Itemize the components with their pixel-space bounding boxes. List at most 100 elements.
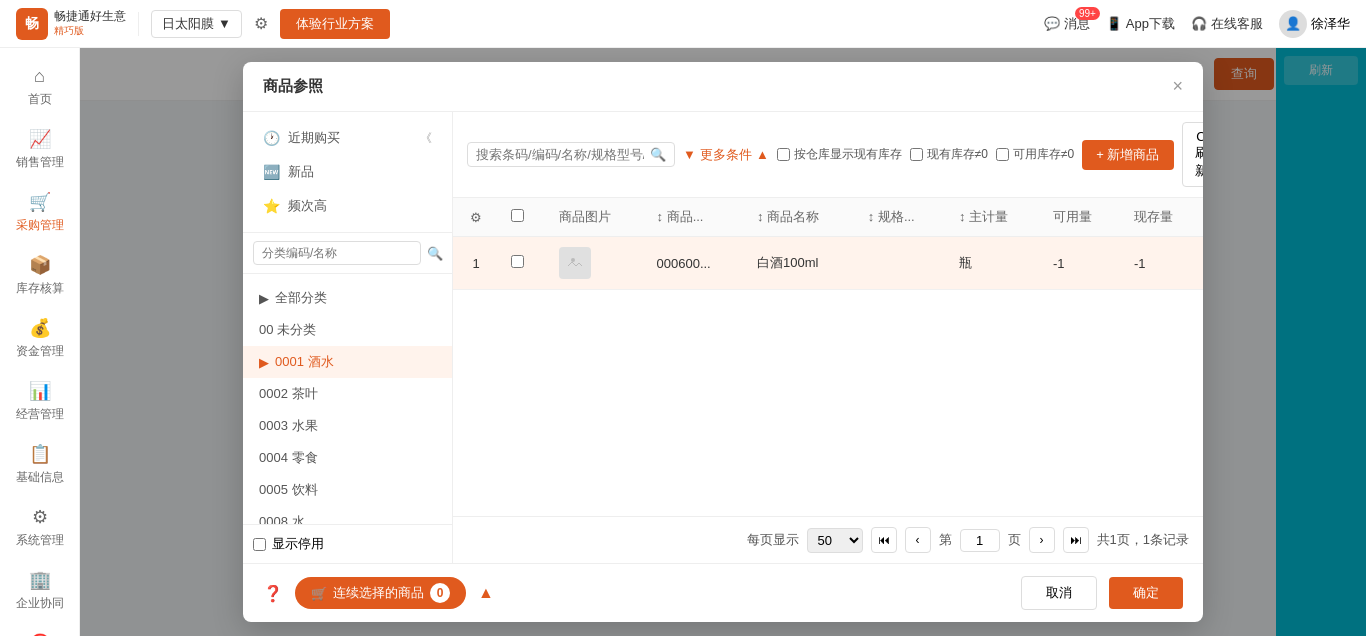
row-checkbox[interactable]: [511, 255, 524, 268]
logo: 畅 畅捷通好生意 精巧版: [16, 8, 126, 40]
sidebar-label-finance: 资金管理: [16, 343, 64, 360]
category-00[interactable]: 00 未分类: [243, 314, 452, 346]
sidebar-label-inventory: 库存核算: [16, 280, 64, 297]
search-submit-icon[interactable]: 🔍: [650, 147, 666, 162]
help-icon[interactable]: ❓: [263, 584, 283, 603]
logo-sub: 精巧版: [54, 24, 126, 38]
warehouse-stock-label: 按仓库显示现有库存: [794, 146, 902, 163]
sidebar-item-purchase[interactable]: 🛒 采购管理: [0, 181, 79, 244]
col-image: 商品图片: [547, 198, 645, 237]
recent-purchase-btn[interactable]: 🕐 近期购买 《: [253, 122, 442, 154]
product-search-input[interactable]: [476, 147, 644, 162]
dialog-left-panel: 🕐 近期购买 《 🆕 新品 ⭐ 频次高: [243, 112, 453, 563]
nav-message[interactable]: 💬 消息 99+: [1044, 15, 1090, 33]
warehouse-stock-filter[interactable]: 按仓库显示现有库存: [777, 146, 902, 163]
page-size-select[interactable]: 50 100: [807, 528, 863, 553]
row-code: 000600...: [645, 237, 746, 290]
table-row[interactable]: 1: [453, 237, 1203, 290]
new-product-btn[interactable]: 🆕 新品: [253, 156, 442, 188]
main-layout: ⌂ 首页 📈 销售管理 🛒 采购管理 📦 库存核算 💰 资金管理 📊 经营管理 …: [0, 48, 1366, 636]
first-page-btn[interactable]: ⏮: [871, 527, 897, 553]
category-0001[interactable]: ▶ 0001 酒水: [243, 346, 452, 378]
user-menu[interactable]: 👤 徐泽华: [1279, 10, 1350, 38]
sidebar-label-home: 首页: [28, 91, 52, 108]
product-reference-dialog: 商品参照 × 🕐 近期购买 《 🆕: [243, 62, 1203, 622]
high-frequency-btn[interactable]: ⭐ 频次高: [253, 190, 442, 222]
more-filters-btn[interactable]: ▼ 更多条件 ▲: [683, 146, 769, 164]
message-badge: 99+: [1075, 7, 1100, 20]
sidebar-item-inventory[interactable]: 📦 库存核算: [0, 244, 79, 307]
dialog-body: 🕐 近期购买 《 🆕 新品 ⭐ 频次高: [243, 112, 1203, 563]
col-settings[interactable]: ⚙: [453, 198, 499, 237]
warehouse-stock-checkbox[interactable]: [777, 148, 790, 161]
current-stock-label: 现有库存≠0: [927, 146, 988, 163]
sidebar-item-enterprise[interactable]: 🏢 企业协同: [0, 559, 79, 622]
row-name: 白酒100ml: [745, 237, 856, 290]
category-0008[interactable]: 0008 水: [243, 506, 452, 524]
category-0004[interactable]: 0004 零食: [243, 442, 452, 474]
dialog-header: 商品参照 ×: [243, 62, 1203, 112]
sidebar-item-basic-info[interactable]: 📋 基础信息: [0, 433, 79, 496]
sidebar-item-operations[interactable]: 📊 经营管理: [0, 370, 79, 433]
sidebar-item-sales[interactable]: 📈 销售管理: [0, 118, 79, 181]
sidebar-item-home[interactable]: ⌂ 首页: [0, 56, 79, 118]
category-all[interactable]: ▶ 全部分类: [243, 282, 452, 314]
col-unit[interactable]: ↕ 主计量: [947, 198, 1041, 237]
next-page-btn[interactable]: ›: [1029, 527, 1055, 553]
table-body: 1: [453, 237, 1203, 290]
col-code[interactable]: ↕ 商品...: [645, 198, 746, 237]
sidebar-label-basic: 基础信息: [16, 469, 64, 486]
gear-icon[interactable]: ⚙: [254, 14, 268, 33]
close-icon[interactable]: ×: [1172, 76, 1183, 97]
dialog-right-panel: 🔍 ▼ 更多条件 ▲ 按仓库显示现有库存: [453, 112, 1203, 563]
show-disabled-checkbox[interactable]: [253, 538, 266, 551]
cart-count: 0: [430, 583, 450, 603]
current-stock-checkbox[interactable]: [910, 148, 923, 161]
cat-label-0002: 0002 茶叶: [259, 385, 318, 403]
select-all-checkbox[interactable]: [511, 209, 524, 222]
collapse-footer-icon[interactable]: ▲: [478, 584, 494, 602]
sidebar-item-finance[interactable]: 💰 资金管理: [0, 307, 79, 370]
category-0002[interactable]: 0002 茶叶: [243, 378, 452, 410]
cart-button[interactable]: 🛒 连续选择的商品 0: [295, 577, 466, 609]
product-thumbnail: [559, 247, 591, 279]
product-table: ⚙ 商品图片 ↕ 商品... ↕ 商品名称: [453, 198, 1203, 290]
col-spec[interactable]: ↕ 规格...: [856, 198, 947, 237]
modal-overlay: 商品参照 × 🕐 近期购买 《 🆕: [80, 48, 1366, 636]
top-nav: 畅 畅捷通好生意 精巧版 日太阳膜 ▼ ⚙ 体验行业方案 💬 消息 99+ 📱 …: [0, 0, 1366, 48]
available-stock-label: 可用库存≠0: [1013, 146, 1074, 163]
page-number-input[interactable]: [960, 529, 1000, 552]
store-selector[interactable]: 日太阳膜 ▼: [151, 10, 242, 38]
collapse-icon[interactable]: 《: [420, 130, 432, 147]
add-product-button[interactable]: + 新增商品: [1082, 140, 1173, 170]
confirm-button[interactable]: 确定: [1109, 577, 1183, 609]
avatar: 👤: [1279, 10, 1307, 38]
category-0003[interactable]: 0003 水果: [243, 410, 452, 442]
col-checkbox[interactable]: [499, 198, 547, 237]
expand-icon: ▶: [259, 291, 269, 306]
store-name: 日太阳膜: [162, 15, 214, 33]
last-page-btn[interactable]: ⏭: [1063, 527, 1089, 553]
category-0005[interactable]: 0005 饮料: [243, 474, 452, 506]
sidebar-item-system[interactable]: ⚙ 系统管理: [0, 496, 79, 559]
clock-icon: 🕐: [263, 130, 280, 146]
category-search-area: 🔍: [243, 233, 452, 274]
nav-customer-service[interactable]: 🎧 在线客服: [1191, 15, 1263, 33]
cancel-button[interactable]: 取消: [1021, 576, 1097, 610]
row-num: 1: [453, 237, 499, 290]
category-search-input[interactable]: [253, 241, 421, 265]
refresh-button[interactable]: C 刷新: [1182, 122, 1204, 187]
filter-arrow: ▲: [756, 147, 769, 162]
quick-buttons-area: 🕐 近期购买 《 🆕 新品 ⭐ 频次高: [243, 112, 452, 233]
dialog-footer: ❓ 🛒 连续选择的商品 0 ▲ 取消 确定: [243, 563, 1203, 622]
available-stock-checkbox[interactable]: [996, 148, 1009, 161]
current-stock-filter[interactable]: 现有库存≠0: [910, 146, 988, 163]
prev-page-btn[interactable]: ‹: [905, 527, 931, 553]
sidebar-item-guide[interactable]: 🎯 新手引导: [0, 622, 79, 636]
available-stock-filter[interactable]: 可用库存≠0: [996, 146, 1074, 163]
row-checkbox-cell[interactable]: [499, 237, 547, 290]
trial-button[interactable]: 体验行业方案: [280, 9, 390, 39]
cat-label-0005: 0005 饮料: [259, 481, 318, 499]
col-name[interactable]: ↕ 商品名称: [745, 198, 856, 237]
nav-app-download[interactable]: 📱 App下载: [1106, 15, 1175, 33]
